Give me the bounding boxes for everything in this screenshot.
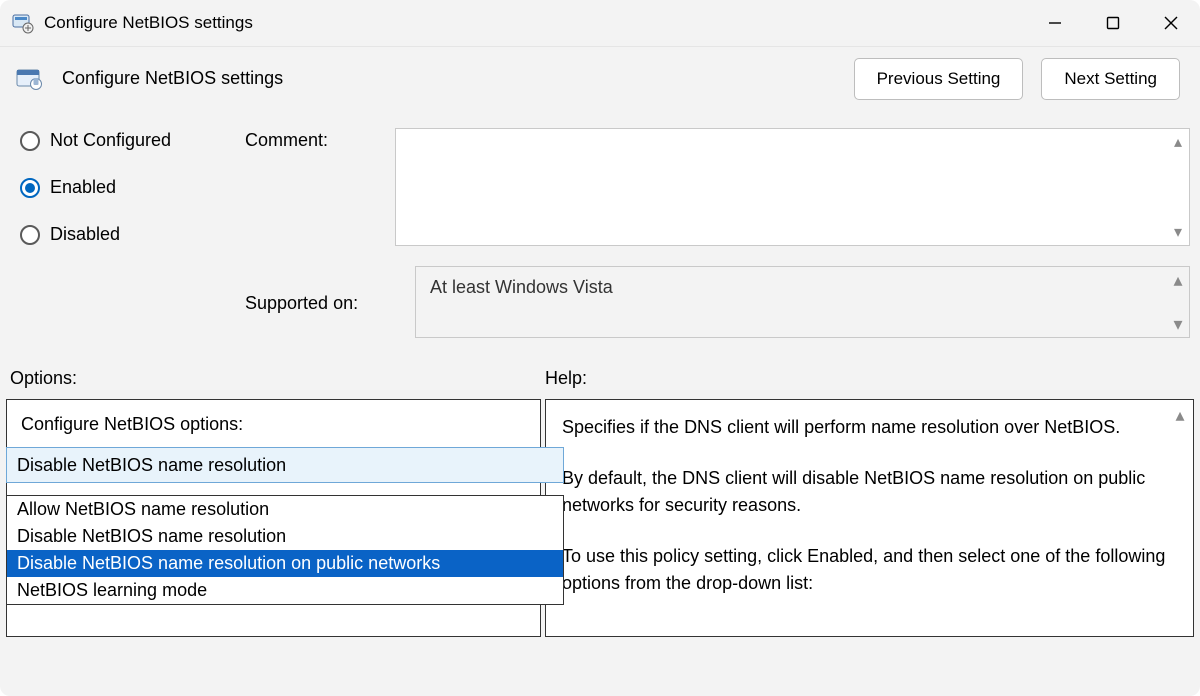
radio-enabled[interactable]: Enabled xyxy=(20,177,215,198)
supported-row: Supported on: At least Windows Vista ▴ ▾ xyxy=(245,266,1190,338)
netbios-dropdown[interactable]: Disable NetBIOS name resolution xyxy=(6,447,564,483)
comment-row: Comment: ▴ ▾ xyxy=(245,128,1190,246)
titlebar: Configure NetBIOS settings xyxy=(0,0,1200,46)
radio-disabled[interactable]: Disabled xyxy=(20,224,215,245)
dropdown-option[interactable]: Allow NetBIOS name resolution xyxy=(7,496,563,523)
help-paragraph: To use this policy setting, click Enable… xyxy=(562,543,1177,597)
app-icon xyxy=(12,12,34,34)
radio-label: Enabled xyxy=(50,177,116,198)
help-paragraph: By default, the DNS client will disable … xyxy=(562,465,1177,519)
dropdown-option[interactable]: NetBIOS learning mode xyxy=(7,577,563,604)
scroll-down-icon[interactable]: ▾ xyxy=(1169,315,1187,333)
bottom-panes: Configure NetBIOS options: Disable NetBI… xyxy=(0,399,1200,637)
radio-label: Disabled xyxy=(50,224,120,245)
supported-value: At least Windows Vista xyxy=(430,277,613,297)
help-paragraph: Specifies if the DNS client will perform… xyxy=(562,414,1177,441)
previous-setting-button[interactable]: Previous Setting xyxy=(854,58,1024,100)
help-text: Specifies if the DNS client will perform… xyxy=(562,414,1177,597)
window-controls xyxy=(1026,0,1200,46)
dropdown-option[interactable]: Disable NetBIOS name resolution xyxy=(7,523,563,550)
comment-label: Comment: xyxy=(245,128,385,246)
supported-label: Supported on: xyxy=(245,291,385,314)
netbios-dropdown-list: Allow NetBIOS name resolution Disable Ne… xyxy=(6,495,564,605)
next-setting-button[interactable]: Next Setting xyxy=(1041,58,1180,100)
comment-scroll: ▴ ▾ xyxy=(1169,129,1187,245)
dropdown-selected-value: Disable NetBIOS name resolution xyxy=(17,455,286,476)
radio-icon xyxy=(20,225,40,245)
supported-scroll: ▴ ▾ xyxy=(1169,267,1187,337)
scroll-up-icon[interactable]: ▴ xyxy=(1171,406,1189,424)
supported-on-box: At least Windows Vista ▴ ▾ xyxy=(415,266,1190,338)
policy-editor-window: Configure NetBIOS settings xyxy=(0,0,1200,696)
policy-icon xyxy=(16,67,44,91)
minimize-button[interactable] xyxy=(1026,0,1084,46)
radio-icon xyxy=(20,178,40,198)
dropdown-option[interactable]: Disable NetBIOS name resolution on publi… xyxy=(7,550,563,577)
fields-column: Comment: ▴ ▾ Supported on: xyxy=(245,128,1190,338)
help-scroll: ▴ xyxy=(1169,400,1191,636)
nav-buttons: Previous Setting Next Setting xyxy=(854,58,1180,100)
maximize-button[interactable] xyxy=(1084,0,1142,46)
help-pane: Specifies if the DNS client will perform… xyxy=(545,399,1194,637)
header-row: Configure NetBIOS settings Previous Sett… xyxy=(0,46,1200,110)
close-button[interactable] xyxy=(1142,0,1200,46)
radio-label: Not Configured xyxy=(50,130,171,151)
form-area: Not Configured Enabled Disabled Comment: xyxy=(0,110,1200,338)
scroll-down-icon[interactable]: ▾ xyxy=(1169,223,1187,241)
comment-textarea[interactable]: ▴ ▾ xyxy=(395,128,1190,246)
policy-title: Configure NetBIOS settings xyxy=(62,68,283,89)
options-label: Options: xyxy=(10,368,545,389)
window-title: Configure NetBIOS settings xyxy=(44,13,253,33)
netbios-options-label: Configure NetBIOS options: xyxy=(7,414,540,443)
help-label: Help: xyxy=(545,368,1190,389)
titlebar-left: Configure NetBIOS settings xyxy=(12,12,253,34)
header-left: Configure NetBIOS settings xyxy=(16,67,283,91)
radio-icon xyxy=(20,131,40,151)
scroll-up-icon[interactable]: ▴ xyxy=(1169,133,1187,151)
top-config-row: Not Configured Enabled Disabled Comment: xyxy=(20,128,1190,338)
options-pane: Configure NetBIOS options: Disable NetBI… xyxy=(6,399,541,637)
options-help-labels: Options: Help: xyxy=(0,344,1200,399)
scroll-up-icon[interactable]: ▴ xyxy=(1169,271,1187,289)
state-radio-group: Not Configured Enabled Disabled xyxy=(20,128,215,245)
radio-not-configured[interactable]: Not Configured xyxy=(20,130,215,151)
